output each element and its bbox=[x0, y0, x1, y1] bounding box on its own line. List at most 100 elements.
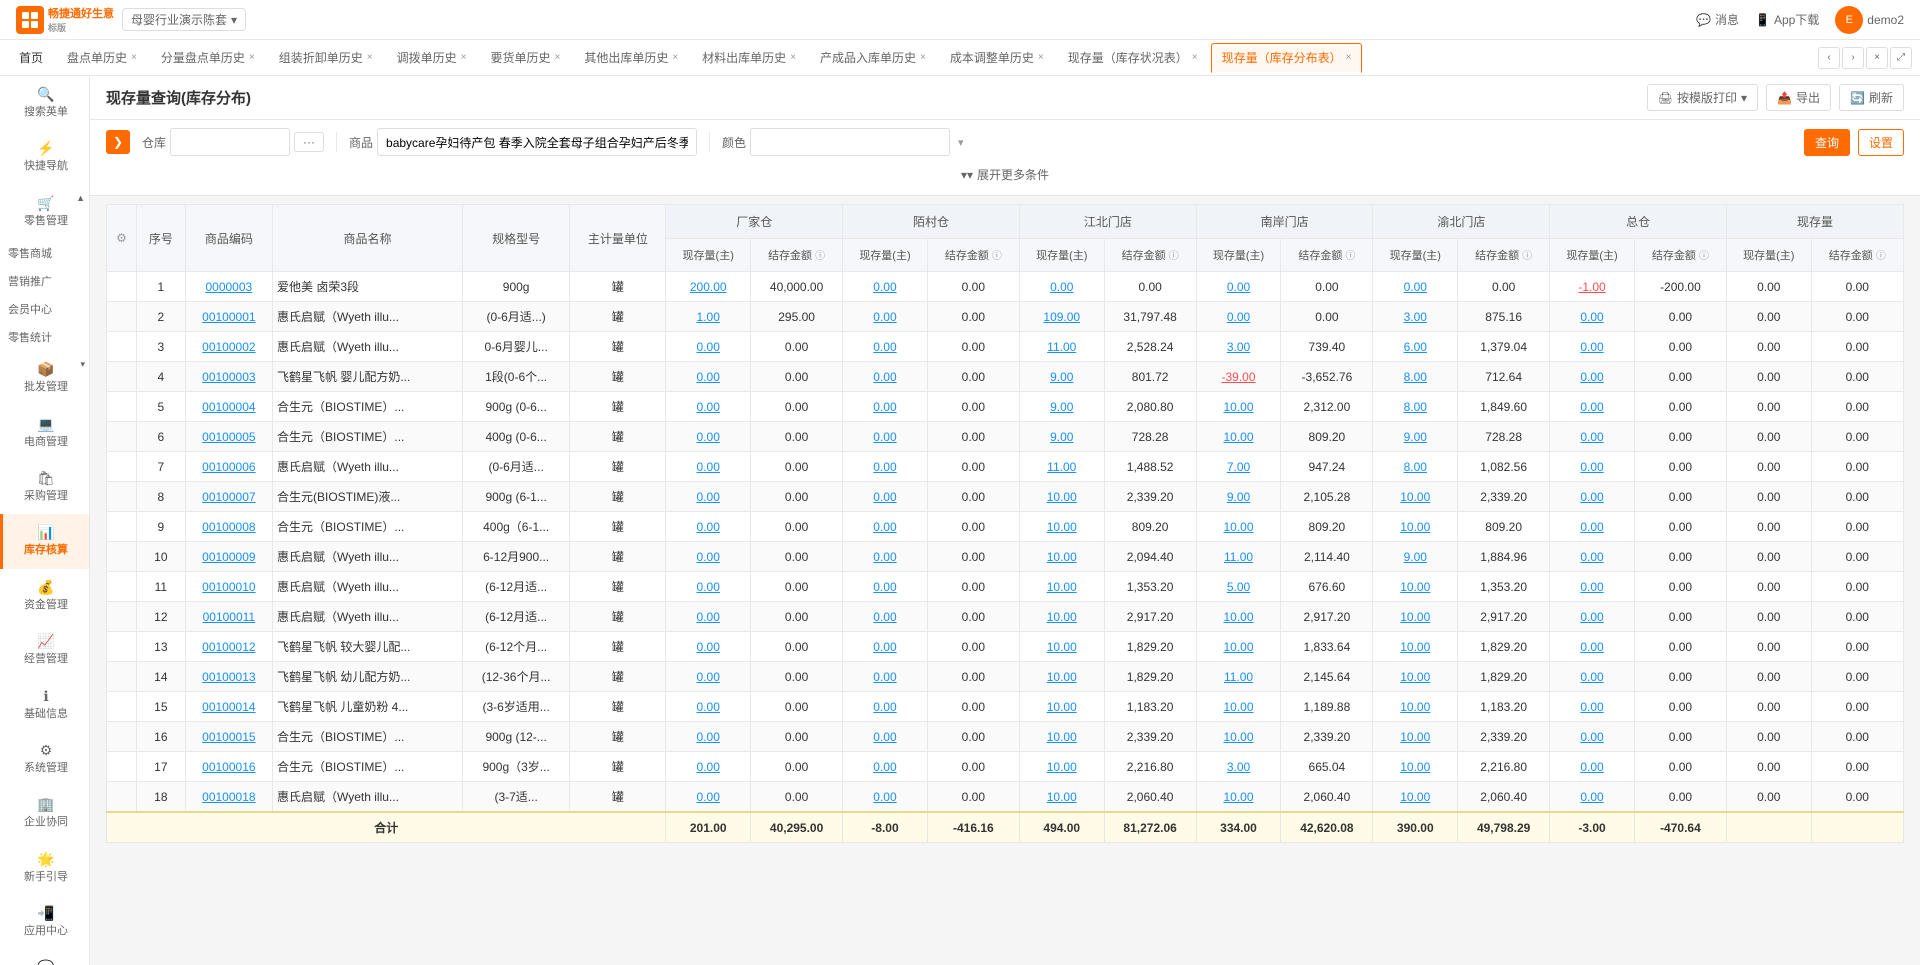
info-icon[interactable]: ⓘ bbox=[815, 251, 825, 262]
refresh-button[interactable]: 🔄 刷新 bbox=[1839, 84, 1904, 111]
nav-prev-arrow[interactable]: ‹ bbox=[1818, 47, 1840, 69]
qty-link[interactable]: 11.00 bbox=[1047, 460, 1076, 474]
qty-link[interactable]: 0.00 bbox=[1580, 610, 1603, 624]
qty-link[interactable]: 10.00 bbox=[1400, 790, 1430, 804]
qty-link[interactable]: 10.00 bbox=[1047, 490, 1077, 504]
tab-close-icon[interactable]: × bbox=[1192, 52, 1198, 63]
qty-link[interactable]: 10.00 bbox=[1047, 700, 1077, 714]
qty-link[interactable]: 0.00 bbox=[873, 430, 896, 444]
code-link[interactable]: 00100018 bbox=[202, 790, 255, 804]
warehouse-ellipsis-button[interactable]: ··· bbox=[294, 132, 324, 152]
qty-link[interactable]: 0.00 bbox=[697, 790, 720, 804]
qty-link[interactable]: 0.00 bbox=[873, 580, 896, 594]
qty-link[interactable]: 0.00 bbox=[1580, 490, 1603, 504]
qty-link[interactable]: 0.00 bbox=[873, 520, 896, 534]
code-link[interactable]: 00100004 bbox=[202, 400, 255, 414]
qty-link[interactable]: 0.00 bbox=[1580, 460, 1603, 474]
sidebar-item-shortcut[interactable]: ⚡ 快捷导航 bbox=[0, 130, 89, 184]
tab-stock-status[interactable]: 现存量（库存状况表） × bbox=[1057, 43, 1209, 73]
qty-link[interactable]: 0.00 bbox=[873, 790, 896, 804]
industry-selector[interactable]: 母婴行业演示陈套 ▾ bbox=[122, 8, 246, 31]
tab-close-icon[interactable]: × bbox=[461, 52, 467, 63]
tab-stock-dist[interactable]: 现存量（库存分布表） × bbox=[1211, 43, 1363, 73]
code-link[interactable]: 00100005 bbox=[202, 430, 255, 444]
qty-link[interactable]: 10.00 bbox=[1047, 610, 1077, 624]
qty-link[interactable]: 0.00 bbox=[873, 610, 896, 624]
qty-link[interactable]: 0.00 bbox=[1580, 670, 1603, 684]
qty-link[interactable]: 0.00 bbox=[1050, 280, 1073, 294]
sidebar-item-corp-wechat[interactable]: 💬 企业微信 bbox=[0, 949, 89, 965]
sidebar-item-purchase[interactable]: 🛍 采购管理 bbox=[0, 460, 89, 514]
qty-link[interactable]: 0.00 bbox=[1580, 370, 1603, 384]
tab-close-icon[interactable]: × bbox=[554, 52, 560, 63]
tab-close-icon[interactable]: × bbox=[131, 52, 137, 63]
qty-link[interactable]: 10.00 bbox=[1400, 700, 1430, 714]
qty-link[interactable]: 0.00 bbox=[1580, 340, 1603, 354]
tab-inventory-part[interactable]: 分量盘点单历史 × bbox=[150, 43, 266, 73]
qty-link[interactable]: 0.00 bbox=[697, 400, 720, 414]
qty-link[interactable]: 0.00 bbox=[873, 400, 896, 414]
qty-link[interactable]: 10.00 bbox=[1047, 520, 1077, 534]
qty-link[interactable]: 3.00 bbox=[1227, 340, 1250, 354]
qty-link[interactable]: 11.00 bbox=[1047, 340, 1076, 354]
info-icon[interactable]: ⓘ bbox=[1345, 251, 1355, 262]
code-link[interactable]: 00100001 bbox=[202, 310, 255, 324]
qty-link[interactable]: 0.00 bbox=[1580, 700, 1603, 714]
qty-link[interactable]: 0.00 bbox=[697, 430, 720, 444]
sidebar-sub-retail-shop[interactable]: 零售商城 bbox=[0, 239, 89, 267]
qty-link[interactable]: -1.00 bbox=[1578, 280, 1605, 294]
color-dropdown-icon[interactable]: ▾ bbox=[958, 136, 964, 149]
qty-link[interactable]: 10.00 bbox=[1400, 580, 1430, 594]
qty-link[interactable]: 11.00 bbox=[1224, 550, 1253, 564]
sidebar-sub-marketing[interactable]: 营销推广 bbox=[0, 267, 89, 295]
goods-input[interactable] bbox=[377, 128, 697, 156]
qty-link[interactable]: 10.00 bbox=[1047, 730, 1077, 744]
setting-button[interactable]: 设置 bbox=[1858, 129, 1904, 156]
code-link[interactable]: 00100011 bbox=[203, 610, 256, 624]
tab-close-icon[interactable]: × bbox=[1346, 52, 1352, 63]
sidebar-item-app-center[interactable]: 📲 应用中心 bbox=[0, 895, 89, 949]
qty-link[interactable]: 7.00 bbox=[1227, 460, 1250, 474]
qty-link[interactable]: 9.00 bbox=[1404, 550, 1427, 564]
qty-link[interactable]: 11.00 bbox=[1224, 670, 1253, 684]
qty-link[interactable]: 5.00 bbox=[1227, 580, 1250, 594]
qty-link[interactable]: 10.00 bbox=[1223, 610, 1253, 624]
qty-link[interactable]: 10.00 bbox=[1400, 730, 1430, 744]
qty-link[interactable]: 200.00 bbox=[690, 280, 727, 294]
qty-link[interactable]: 6.00 bbox=[1404, 340, 1427, 354]
qty-link[interactable]: 0.00 bbox=[873, 460, 896, 474]
qty-link[interactable]: 0.00 bbox=[873, 490, 896, 504]
qty-link[interactable]: 9.00 bbox=[1050, 370, 1073, 384]
sidebar-item-enterprise[interactable]: 🏢 企业协同 bbox=[0, 786, 89, 840]
th-settings[interactable]: ⚙ bbox=[107, 205, 137, 272]
tab-close-icon[interactable]: × bbox=[790, 52, 796, 63]
sidebar-item-newbie[interactable]: 🌟 新手引导 bbox=[0, 841, 89, 895]
settings-icon[interactable]: ⚙ bbox=[116, 231, 127, 245]
code-link[interactable]: 00100010 bbox=[202, 580, 255, 594]
message-action[interactable]: 💬 消息 bbox=[1696, 11, 1739, 28]
tab-other-out[interactable]: 其他出库单历史 × bbox=[573, 43, 689, 73]
qty-link[interactable]: 0.00 bbox=[697, 550, 720, 564]
info-icon[interactable]: ⓘ bbox=[1699, 251, 1709, 262]
qty-link[interactable]: 0.00 bbox=[697, 490, 720, 504]
sidebar-item-search[interactable]: 🔍 搜索英单 bbox=[0, 76, 89, 130]
warehouse-input[interactable] bbox=[170, 128, 290, 156]
qty-link[interactable]: 0.00 bbox=[697, 760, 720, 774]
qty-link[interactable]: 0.00 bbox=[1227, 280, 1250, 294]
qty-link[interactable]: 10.00 bbox=[1400, 610, 1430, 624]
qty-link[interactable]: 10.00 bbox=[1223, 790, 1253, 804]
qty-link[interactable]: 10.00 bbox=[1223, 430, 1253, 444]
qty-link[interactable]: 10.00 bbox=[1047, 580, 1077, 594]
qty-link[interactable]: 0.00 bbox=[873, 340, 896, 354]
qty-link[interactable]: 0.00 bbox=[873, 550, 896, 564]
sidebar-item-wholesale[interactable]: 📦 批发管理 ▾ bbox=[0, 351, 89, 405]
qty-link[interactable]: 10.00 bbox=[1047, 670, 1077, 684]
tab-combo-split[interactable]: 组装折卸单历史 × bbox=[268, 43, 384, 73]
export-button[interactable]: 📤 导出 bbox=[1766, 84, 1831, 111]
qty-link[interactable]: 0.00 bbox=[1580, 310, 1603, 324]
info-icon[interactable]: ⓘ bbox=[992, 251, 1002, 262]
tab-close-icon[interactable]: × bbox=[367, 52, 373, 63]
qty-link[interactable]: 10.00 bbox=[1400, 520, 1430, 534]
qty-link[interactable]: 10.00 bbox=[1400, 640, 1430, 654]
qty-link[interactable]: -39.00 bbox=[1221, 370, 1255, 384]
